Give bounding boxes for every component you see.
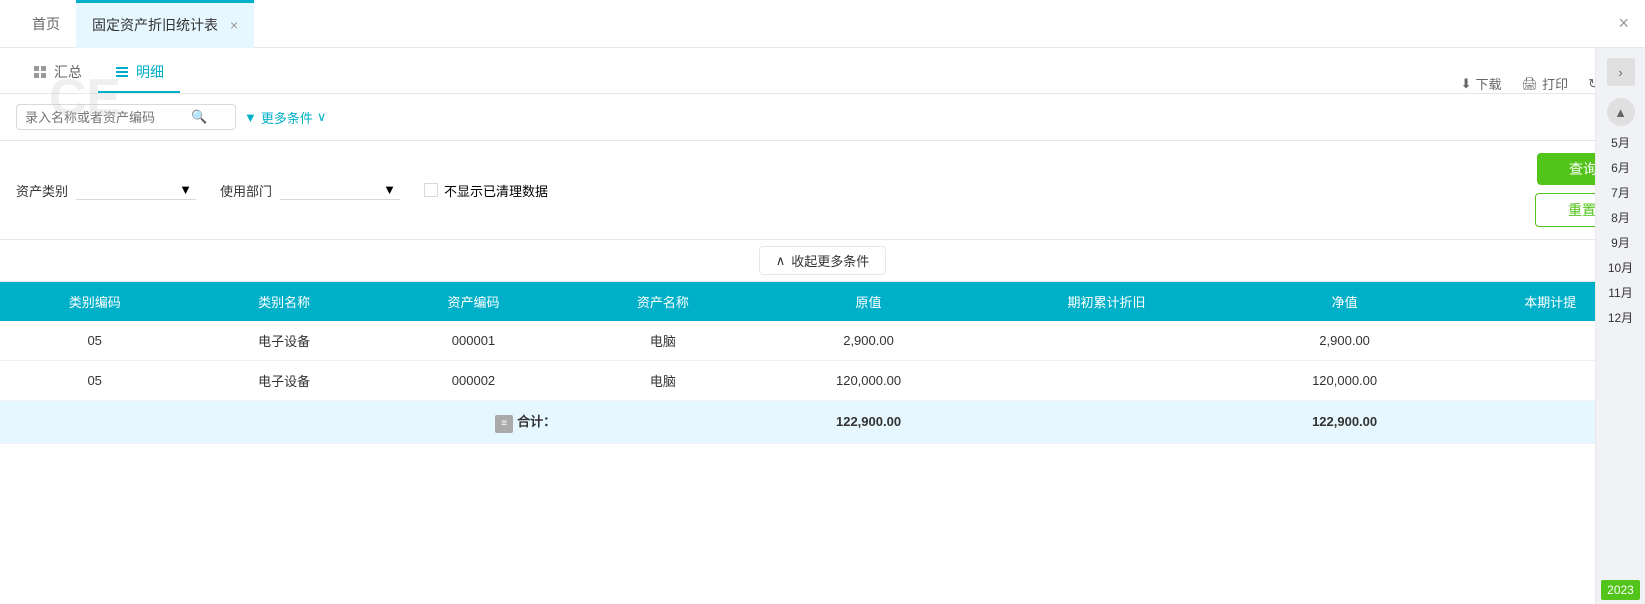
- asset-category-label: 资产类别: [16, 181, 68, 200]
- month-item[interactable]: 7月: [1602, 180, 1639, 205]
- col-header-accumulated-depreciation: 期初累计折旧: [979, 282, 1233, 321]
- year-badge[interactable]: 2023: [1601, 580, 1640, 600]
- col-header-category-code: 类别编码: [0, 282, 189, 321]
- filter-use-department: 使用部门 ▼: [220, 180, 400, 200]
- month-list: 5月6月7月8月9月10月11月12月: [1602, 130, 1639, 330]
- print-button[interactable]: 🖨 打印: [1522, 74, 1569, 93]
- search-input-wrap[interactable]: 🔍: [16, 104, 236, 130]
- filter-asset-category: 资产类别 ▼: [16, 180, 196, 200]
- col-header-asset-name: 资产名称: [568, 282, 757, 321]
- cell-net-value: 120,000.00: [1234, 361, 1456, 401]
- window-close-icon[interactable]: ×: [1618, 13, 1629, 34]
- cell-asset-name: 电脑: [568, 321, 757, 361]
- tab-detail-label: 明细: [136, 62, 164, 82]
- total-net-value: 122,900.00: [1234, 401, 1456, 444]
- month-item[interactable]: 10月: [1602, 255, 1639, 280]
- hide-cleared-checkbox-item[interactable]: 不显示已清理数据: [424, 181, 548, 200]
- month-item[interactable]: 11月: [1602, 280, 1639, 305]
- download-label: 下载: [1476, 74, 1502, 93]
- col-header-net-value: 净值: [1234, 282, 1456, 321]
- sub-tabs: 汇总 明细 ⬇ 下载 🖨 打印 ↻ 刷新: [0, 48, 1645, 94]
- total-row: ≡合计： 122,900.00 122,900.00: [0, 401, 1645, 444]
- scroll-up-button[interactable]: ▲: [1607, 98, 1635, 126]
- search-icon: 🔍: [191, 109, 207, 125]
- use-department-select[interactable]: ▼: [280, 180, 400, 200]
- chevron-up-icon: ∧: [776, 253, 786, 269]
- cell-accumulated-depreciation: [979, 361, 1233, 401]
- nav-home[interactable]: 首页: [16, 14, 76, 34]
- print-label: 打印: [1542, 74, 1568, 93]
- collapse-bar: ∧ 收起更多条件: [0, 240, 1645, 282]
- hide-cleared-checkbox[interactable]: [424, 183, 438, 197]
- summary-icon: [32, 64, 48, 80]
- tab-detail[interactable]: 明细: [98, 53, 180, 93]
- filter-icon: ▼: [244, 110, 257, 125]
- month-item[interactable]: 12月: [1602, 305, 1639, 330]
- detail-icon: [114, 64, 130, 80]
- download-icon: ⬇: [1461, 76, 1472, 92]
- right-panel: › ▲ 5月6月7月8月9月10月11月12月 2023: [1595, 48, 1645, 604]
- filter-panel: 资产类别 ▼ 使用部门 ▼ 不显示已清理数据 查询 重置: [0, 141, 1645, 240]
- table-row: 05 电子设备 000001 电脑 2,900.00 2,900.00: [0, 321, 1645, 361]
- top-nav: 首页 固定资产折旧统计表 × ×: [0, 0, 1645, 48]
- total-accumulated-depreciation: [979, 401, 1233, 444]
- nav-tab-label: 固定资产折旧统计表: [92, 15, 218, 35]
- use-department-label: 使用部门: [220, 181, 272, 200]
- table-row: 05 电子设备 000002 电脑 120,000.00 120,000.00: [0, 361, 1645, 401]
- tab-summary-label: 汇总: [54, 62, 82, 82]
- col-header-category-name: 类别名称: [189, 282, 378, 321]
- month-item[interactable]: 6月: [1602, 155, 1639, 180]
- search-input[interactable]: [25, 110, 185, 125]
- filter-row-1: 资产类别 ▼ 使用部门 ▼ 不显示已清理数据 查询 重置: [16, 153, 1629, 227]
- tab-summary[interactable]: 汇总: [16, 53, 98, 93]
- nav-tab-fixed-assets[interactable]: 固定资产折旧统计表 ×: [76, 0, 254, 48]
- main-content: 汇总 明细 ⬇ 下载 🖨 打印 ↻ 刷新 🔍: [0, 48, 1645, 604]
- cell-asset-code: 000001: [379, 321, 568, 361]
- cell-asset-name: 电脑: [568, 361, 757, 401]
- cell-category-code: 05: [0, 321, 189, 361]
- cell-category-name: 电子设备: [189, 321, 378, 361]
- cell-net-value: 2,900.00: [1234, 321, 1456, 361]
- table-wrap: 类别编码 类别名称 资产编码 资产名称 原值 期初累计折旧 净值 本期计提 05…: [0, 282, 1645, 604]
- month-item[interactable]: 9月: [1602, 230, 1639, 255]
- col-header-original-value: 原值: [758, 282, 980, 321]
- total-original-value: 122,900.00: [758, 401, 980, 444]
- col-header-asset-code: 资产编码: [379, 282, 568, 321]
- cell-original-value: 120,000.00: [758, 361, 980, 401]
- asset-category-dropdown-icon: ▼: [179, 182, 192, 197]
- cell-accumulated-depreciation: [979, 321, 1233, 361]
- total-label-cell: ≡合计：: [0, 401, 568, 444]
- use-department-dropdown-icon: ▼: [383, 182, 396, 197]
- table-header-row: 类别编码 类别名称 资产编码 资产名称 原值 期初累计折旧 净值 本期计提: [0, 282, 1645, 321]
- total-icon: ≡: [495, 415, 513, 433]
- more-conditions-button[interactable]: ▼ 更多条件 ∨: [244, 108, 326, 127]
- download-button[interactable]: ⬇ 下载: [1461, 74, 1502, 93]
- asset-category-select[interactable]: ▼: [76, 180, 196, 200]
- cell-category-code: 05: [0, 361, 189, 401]
- cell-asset-code: 000002: [379, 361, 568, 401]
- right-panel-expand-icon[interactable]: ›: [1607, 58, 1635, 86]
- cell-category-name: 电子设备: [189, 361, 378, 401]
- collapse-label: 收起更多条件: [791, 251, 869, 270]
- chevron-down-icon: ∨: [317, 109, 327, 125]
- more-conditions-label: 更多条件: [261, 108, 313, 127]
- collapse-button[interactable]: ∧ 收起更多条件: [759, 246, 887, 275]
- cell-original-value: 2,900.00: [758, 321, 980, 361]
- month-item[interactable]: 8月: [1602, 205, 1639, 230]
- data-table: 类别编码 类别名称 资产编码 资产名称 原值 期初累计折旧 净值 本期计提 05…: [0, 282, 1645, 444]
- hide-cleared-label: 不显示已清理数据: [444, 181, 548, 200]
- nav-tab-close-icon[interactable]: ×: [230, 17, 238, 33]
- month-item[interactable]: 5月: [1602, 130, 1639, 155]
- total-empty-asset-name: [568, 401, 757, 444]
- search-bar: 🔍 ▼ 更多条件 ∨: [0, 94, 1645, 141]
- print-icon: 🖨: [1522, 76, 1539, 92]
